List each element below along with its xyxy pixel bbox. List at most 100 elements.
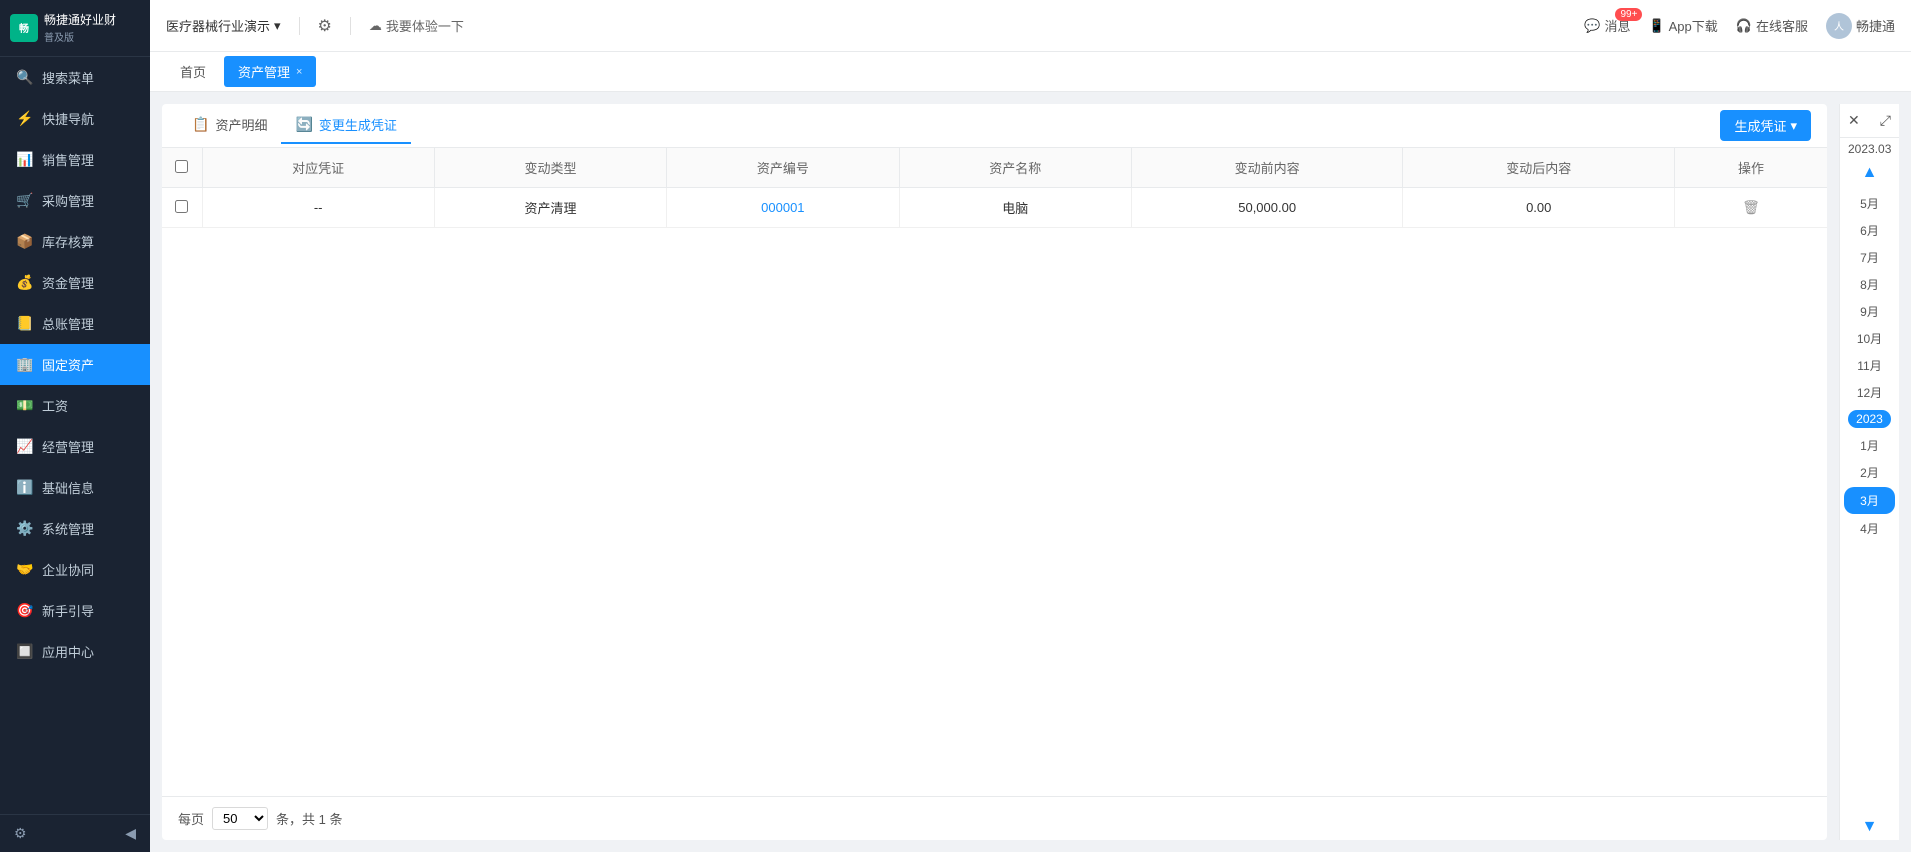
collapse-icon[interactable]: ◀ <box>125 825 136 842</box>
delete-icon-0[interactable]: 🗑 <box>1742 199 1760 215</box>
side-panel: ✕ ⤢ 2023.03 ▲ 5月6月7月8月9月10月11月12月20231月2… <box>1839 104 1899 840</box>
experience-label: 我要体验一下 <box>386 16 464 35</box>
message-action[interactable]: 💬 消息 99+ <box>1584 16 1630 35</box>
row-before-change-0: 50,000.00 <box>1131 188 1403 228</box>
tab-close-icon[interactable]: × <box>296 66 302 78</box>
company-selector[interactable]: 医疗器械行业演示 ▾ <box>166 16 281 35</box>
table-header-row: 对应凭证 变动类型 资产编号 资产名称 变动前内容 变动后内容 操作 <box>162 148 1827 188</box>
sidebar-label-operations: 经营管理 <box>42 437 94 456</box>
sidebar-icon-guide: 🎯 <box>16 601 34 619</box>
sidebar-logo: 畅 <box>10 14 38 42</box>
generate-chevron-icon: ▾ <box>1790 118 1797 134</box>
side-panel-close-icon[interactable]: ✕ <box>1848 112 1860 129</box>
change-voucher-label: 变更生成凭证 <box>319 115 397 134</box>
sidebar-item-salary[interactable]: 💵 工资 <box>0 385 150 426</box>
sidebar-item-search[interactable]: 🔍 搜索菜单 <box>0 57 150 98</box>
scroll-up-button[interactable]: ▲ <box>1840 160 1899 186</box>
side-panel-month-after[interactable]: 2月 <box>1840 459 1899 486</box>
online-service-label: 在线客服 <box>1756 16 1808 35</box>
sidebar-icon-fixed-assets: 🏢 <box>16 355 34 373</box>
sidebar-icon-salary: 💵 <box>16 396 34 414</box>
sidebar-label-quick-nav: 快捷导航 <box>42 109 94 128</box>
main-area: 医疗器械行业演示 ▾ ⚙ ☁ 我要体验一下 💬 消息 99+ 📱 App下载 🎧… <box>150 0 1911 852</box>
side-panel-month-after[interactable]: 1月 <box>1840 432 1899 459</box>
side-panel-year-badge[interactable]: 2023 <box>1840 406 1899 432</box>
sidebar-icon-basic-info: ℹ️ <box>16 478 34 496</box>
sidebar-label-sales: 销售管理 <box>42 150 94 169</box>
generate-voucher-button[interactable]: 生成凭证 ▾ <box>1720 110 1811 141</box>
row-after-change-0: 0.00 <box>1403 188 1675 228</box>
tab-home[interactable]: 首页 <box>166 56 220 87</box>
row-checkbox-0[interactable] <box>175 200 188 213</box>
side-panel-month-before[interactable]: 12月 <box>1840 379 1899 406</box>
side-panel-month-before[interactable]: 7月 <box>1840 244 1899 271</box>
sidebar-icon-sales: 📊 <box>16 150 34 168</box>
inner-tab-change-voucher[interactable]: 🔄 变更生成凭证 <box>281 107 410 144</box>
table-row: -- 资产清理 000001 电脑 50,000.00 0.00 🗑 <box>162 188 1827 228</box>
user-menu[interactable]: 人 畅捷通 <box>1826 13 1895 39</box>
sidebar-item-purchase[interactable]: 🛒 采购管理 <box>0 180 150 221</box>
side-panel-month-after[interactable]: 4月 <box>1840 515 1899 542</box>
sidebar-label-purchase: 采购管理 <box>42 191 94 210</box>
side-panel-month-before[interactable]: 5月 <box>1840 190 1899 217</box>
table-container: 对应凭证 变动类型 资产编号 资产名称 变动前内容 变动后内容 操作 <box>162 148 1827 796</box>
sidebar-icon-purchase: 🛒 <box>16 191 34 209</box>
sidebar-item-funds[interactable]: 💰 资金管理 <box>0 262 150 303</box>
sidebar-label-ledger: 总账管理 <box>42 314 94 333</box>
sidebar-icon-inventory: 📦 <box>16 232 34 250</box>
sidebar-label-search: 搜索菜单 <box>42 68 94 87</box>
col-asset-code: 资产编号 <box>667 148 899 188</box>
sidebar-icon-search: 🔍 <box>16 68 34 86</box>
side-panel-month-before[interactable]: 11月 <box>1840 352 1899 379</box>
sidebar-label-enterprise: 企业协同 <box>42 560 94 579</box>
sidebar-item-operations[interactable]: 📈 经营管理 <box>0 426 150 467</box>
tab-asset-mgmt[interactable]: 资产管理 × <box>224 56 316 87</box>
topbar-divider-2 <box>350 17 351 35</box>
side-panel-month-after[interactable]: 3月 <box>1844 487 1895 514</box>
side-panel-month-before[interactable]: 8月 <box>1840 271 1899 298</box>
col-before-change: 变动前内容 <box>1131 148 1403 188</box>
year-badge-label: 2023 <box>1848 410 1891 428</box>
row-checkbox-cell-0 <box>162 188 202 228</box>
sidebar-item-quick-nav[interactable]: ⚡ 快捷导航 <box>0 98 150 139</box>
asset-detail-label: 资产明细 <box>215 115 267 134</box>
tab-bar: 首页 资产管理 × <box>150 52 1911 92</box>
row-asset-name-0: 电脑 <box>899 188 1131 228</box>
experience-button[interactable]: ☁ 我要体验一下 <box>369 16 464 35</box>
asset-detail-icon: 📋 <box>192 116 209 133</box>
settings-icon[interactable]: ⚙ <box>14 825 27 842</box>
sidebar-item-system[interactable]: ⚙️ 系统管理 <box>0 508 150 549</box>
sidebar-item-inventory[interactable]: 📦 库存核算 <box>0 221 150 262</box>
sidebar-item-fixed-assets[interactable]: 🏢 固定资产 <box>0 344 150 385</box>
online-service-action[interactable]: 🎧 在线客服 <box>1736 16 1808 35</box>
topbar: 医疗器械行业演示 ▾ ⚙ ☁ 我要体验一下 💬 消息 99+ 📱 App下载 🎧… <box>150 0 1911 52</box>
content-area: 首页 资产管理 × 📋 资产明细 🔄 变更生成凭证 <box>150 52 1911 852</box>
scroll-down-button[interactable]: ▼ <box>1840 814 1899 840</box>
total-label: 条，共 1 条 <box>276 809 342 828</box>
sidebar-item-app-center[interactable]: 🔲 应用中心 <box>0 631 150 672</box>
side-panel-expand-icon[interactable]: ⤢ <box>1880 112 1891 129</box>
sidebar-item-basic-info[interactable]: ℹ️ 基础信息 <box>0 467 150 508</box>
inner-tab-asset-detail[interactable]: 📋 资产明细 <box>178 107 281 144</box>
sidebar-label-basic-info: 基础信息 <box>42 478 94 497</box>
topbar-settings-icon[interactable]: ⚙ <box>318 16 332 36</box>
sidebar-item-ledger[interactable]: 📒 总账管理 <box>0 303 150 344</box>
col-asset-name: 资产名称 <box>899 148 1131 188</box>
pagination: 每页 50 10 20 100 条，共 1 条 <box>162 796 1827 840</box>
side-panel-month-before[interactable]: 6月 <box>1840 217 1899 244</box>
change-table: 对应凭证 变动类型 资产编号 资产名称 变动前内容 变动后内容 操作 <box>162 148 1827 228</box>
sidebar-icon-ledger: 📒 <box>16 314 34 332</box>
sidebar-title: 畅捷通好业财 <box>44 12 116 29</box>
sidebar-label-system: 系统管理 <box>42 519 94 538</box>
avatar: 人 <box>1826 13 1852 39</box>
per-page-select[interactable]: 50 10 20 100 <box>212 807 268 830</box>
experience-icon: ☁ <box>369 18 382 34</box>
select-all-checkbox[interactable] <box>175 160 188 173</box>
app-download-label: App下载 <box>1669 16 1718 35</box>
sidebar-item-guide[interactable]: 🎯 新手引导 <box>0 590 150 631</box>
sidebar-item-enterprise[interactable]: 🤝 企业协同 <box>0 549 150 590</box>
side-panel-month-before[interactable]: 9月 <box>1840 298 1899 325</box>
side-panel-month-before[interactable]: 10月 <box>1840 325 1899 352</box>
sidebar-item-sales[interactable]: 📊 销售管理 <box>0 139 150 180</box>
app-download-action[interactable]: 📱 App下载 <box>1648 16 1717 35</box>
